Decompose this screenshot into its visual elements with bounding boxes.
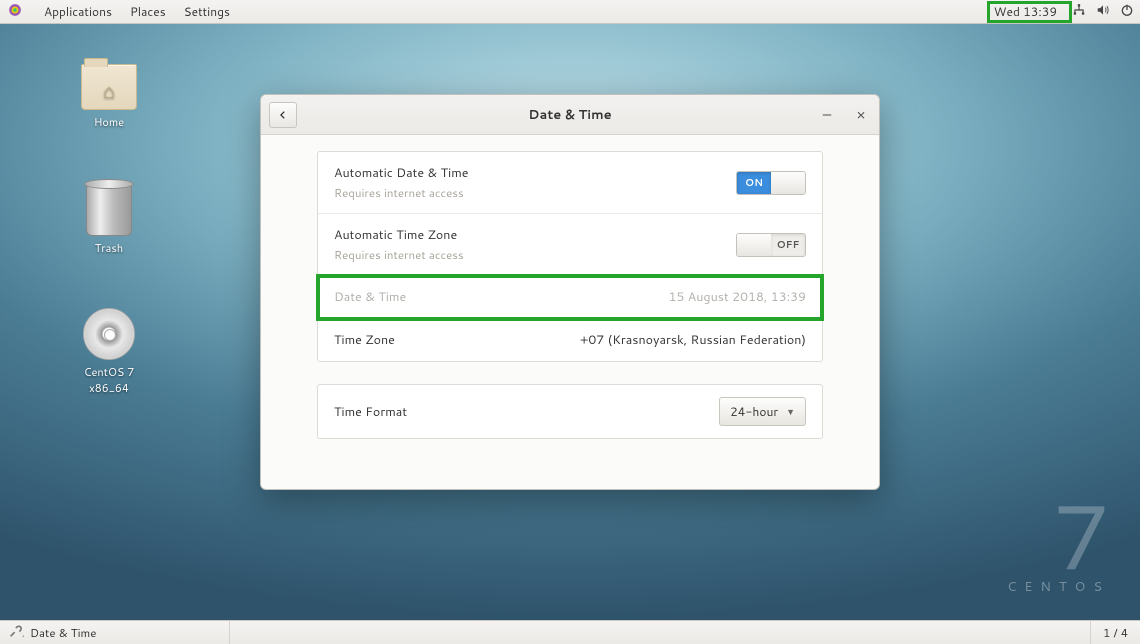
system-tray bbox=[1072, 3, 1134, 21]
folder-icon: ⌂ bbox=[81, 64, 137, 110]
row-datetime[interactable]: Date & Time 15 August 2018, 13:39 bbox=[318, 276, 822, 319]
desktop-icon-disc[interactable]: CentOS 7 x86_64 bbox=[64, 308, 154, 396]
toggle-knob bbox=[737, 234, 771, 256]
menu-places[interactable]: Places bbox=[130, 3, 166, 20]
back-button[interactable] bbox=[269, 102, 297, 128]
menu-settings[interactable]: Settings bbox=[184, 3, 230, 20]
desktop-icon-label: Home bbox=[64, 114, 154, 130]
trash-icon bbox=[86, 184, 132, 236]
taskbar: Date & Time 1 / 4 bbox=[0, 620, 1140, 644]
toggle-auto-datetime[interactable]: ON bbox=[736, 171, 806, 195]
row-label: Automatic Time Zone bbox=[334, 226, 464, 244]
row-label: Time Format bbox=[334, 403, 407, 421]
close-button[interactable]: × bbox=[851, 104, 871, 125]
row-label: Time Zone bbox=[334, 331, 395, 349]
toggle-knob bbox=[771, 172, 805, 194]
top-menu-bar: Applications Places Settings Wed 13:39 bbox=[0, 0, 1140, 24]
row-timeformat: Time Format 24-hour ▼ bbox=[318, 385, 822, 438]
desktop-icon-trash[interactable]: Trash bbox=[64, 184, 154, 256]
row-sublabel: Requires internet access bbox=[334, 184, 469, 201]
menu-left: Applications Places Settings bbox=[8, 3, 230, 21]
volume-icon[interactable] bbox=[1096, 3, 1110, 21]
row-auto-timezone[interactable]: Automatic Time Zone Requires internet ac… bbox=[318, 214, 822, 276]
row-value: 15 August 2018, 13:39 bbox=[669, 288, 806, 306]
row-sublabel: Requires internet access bbox=[334, 246, 464, 263]
taskbar-app-label: Date & Time bbox=[30, 624, 96, 641]
menu-applications[interactable]: Applications bbox=[44, 3, 112, 20]
desktop: ⌂ Home Trash CentOS 7 x86_64 7 CENTOS Da… bbox=[0, 24, 1140, 620]
brand-version: 7 bbox=[1007, 500, 1110, 572]
clock[interactable]: Wed 13:39 bbox=[994, 3, 1057, 20]
clock-highlight: Wed 13:39 bbox=[987, 1, 1072, 23]
centos-logo-icon bbox=[8, 3, 26, 21]
power-icon[interactable] bbox=[1120, 3, 1134, 21]
brand-name: CENTOS bbox=[1007, 578, 1110, 596]
desktop-icon-home[interactable]: ⌂ Home bbox=[64, 64, 154, 130]
settings-group-1: Automatic Date & Time Requires internet … bbox=[317, 151, 823, 362]
workspace-indicator[interactable]: 1 / 4 bbox=[1090, 621, 1140, 644]
window-header: Date & Time – × bbox=[261, 95, 879, 135]
desktop-icon-label: Trash bbox=[64, 240, 154, 256]
desktop-icon-label: CentOS 7 x86_64 bbox=[64, 364, 154, 396]
disc-icon bbox=[83, 308, 135, 360]
row-value: +07 (Krasnoyarsk, Russian Federation) bbox=[580, 331, 806, 349]
network-icon[interactable] bbox=[1072, 3, 1086, 21]
toggle-on-label: ON bbox=[737, 172, 771, 194]
settings-window: Date & Time – × Automatic Date & Time Re… bbox=[260, 94, 880, 490]
window-title: Date & Time bbox=[261, 106, 879, 124]
row-label: Date & Time bbox=[334, 288, 406, 306]
row-label: Automatic Date & Time bbox=[334, 164, 469, 182]
timeformat-dropdown[interactable]: 24-hour ▼ bbox=[719, 397, 806, 426]
toggle-auto-timezone[interactable]: OFF bbox=[736, 233, 806, 257]
settings-group-2: Time Format 24-hour ▼ bbox=[317, 384, 823, 439]
row-timezone[interactable]: Time Zone +07 (Krasnoyarsk, Russian Fede… bbox=[318, 319, 822, 361]
window-body: Automatic Date & Time Requires internet … bbox=[261, 135, 879, 489]
row-auto-datetime[interactable]: Automatic Date & Time Requires internet … bbox=[318, 152, 822, 214]
tools-icon bbox=[10, 624, 24, 642]
chevron-down-icon: ▼ bbox=[786, 405, 795, 418]
minimize-button[interactable]: – bbox=[817, 104, 837, 125]
taskbar-app-datetime[interactable]: Date & Time bbox=[0, 621, 230, 644]
dropdown-value: 24-hour bbox=[730, 403, 778, 420]
wallpaper-brand: 7 CENTOS bbox=[1007, 500, 1110, 596]
toggle-off-label: OFF bbox=[771, 234, 805, 256]
